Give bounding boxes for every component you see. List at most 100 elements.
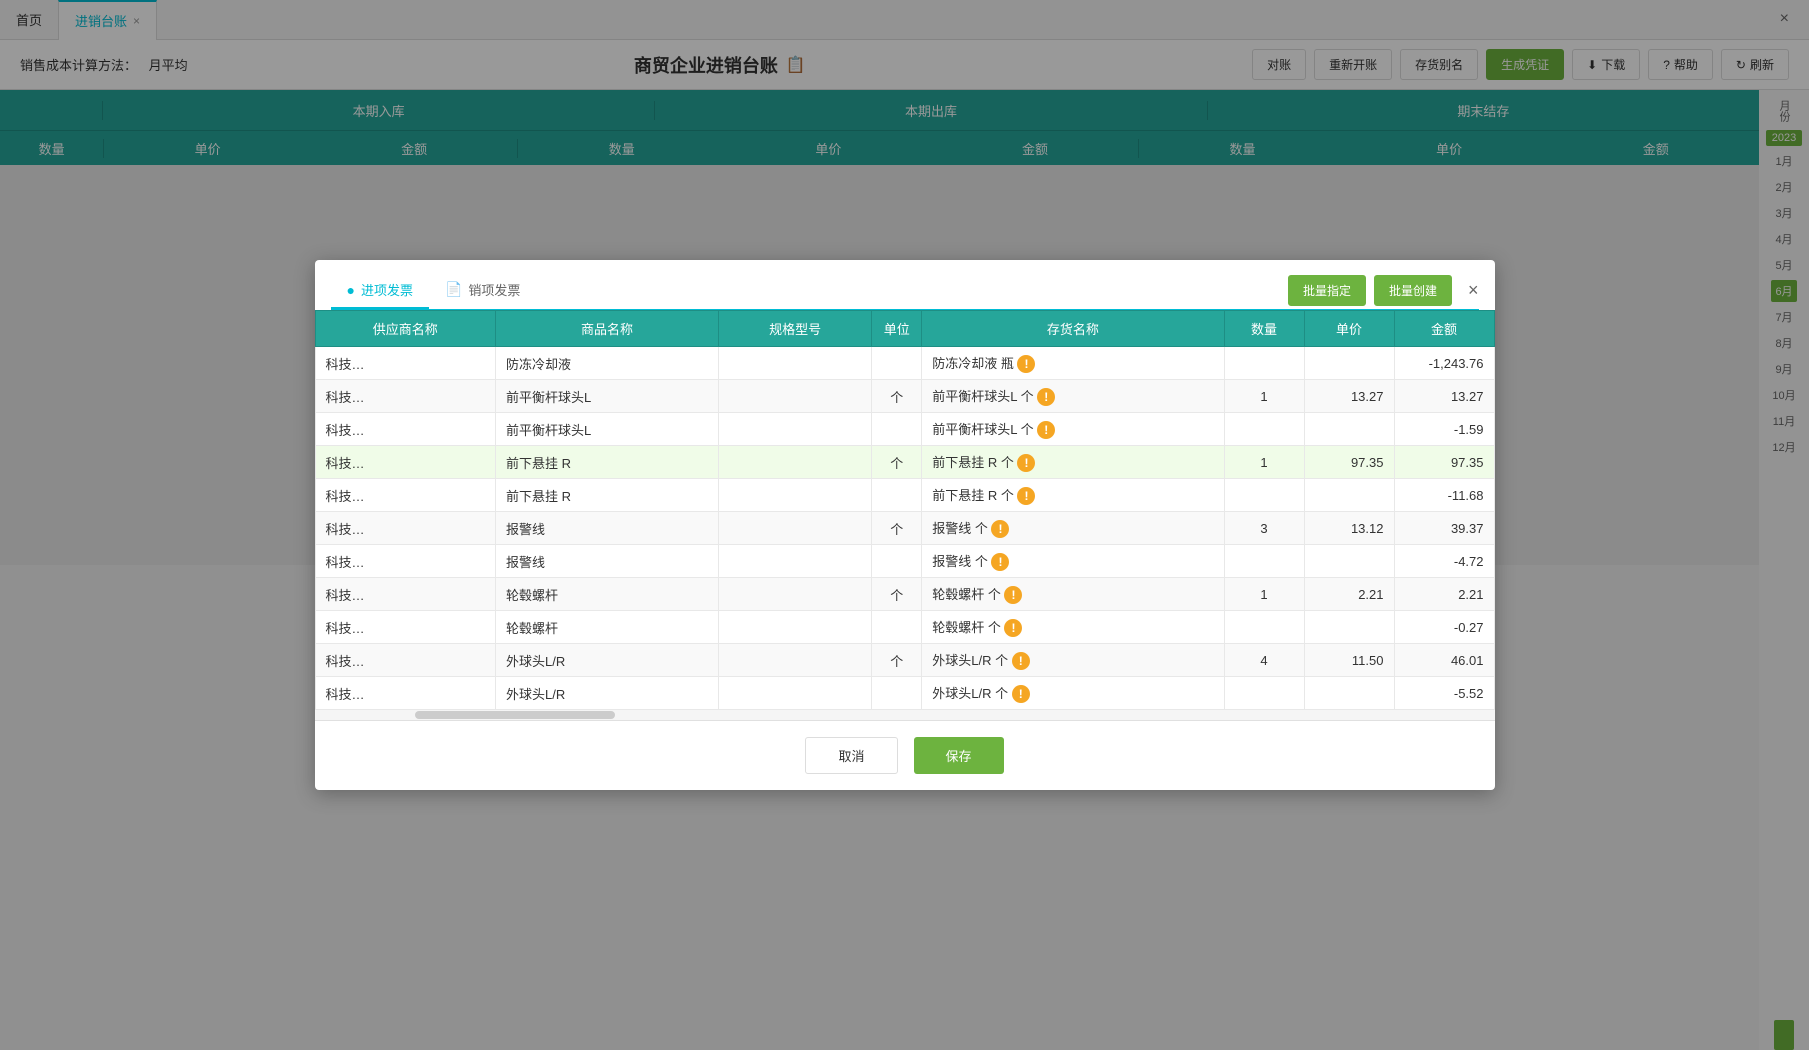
modal-close-icon[interactable]: × <box>1468 280 1479 301</box>
table-row[interactable]: 科技… 前平衡杆球头L 前平衡杆球头L 个 ! -1.59 <box>315 413 1494 446</box>
modal-overlay: ● 进项发票 📄 销项发票 批量指定 批量创建 × <box>0 0 1809 1050</box>
save-button[interactable]: 保存 <box>914 737 1004 774</box>
cell-amount: 39.37 <box>1394 512 1494 545</box>
table-row[interactable]: 科技… 外球头L/R 外球头L/R 个 ! -5.52 <box>315 677 1494 710</box>
cell-quantity: 3 <box>1224 512 1304 545</box>
table-row[interactable]: 科技… 轮毂螺杆 轮毂螺杆 个 ! -0.27 <box>315 611 1494 644</box>
cell-unit: 个 <box>872 512 922 545</box>
cell-supplier: 科技… <box>315 479 496 512</box>
cell-product-name: 前下悬挂 R <box>496 446 719 479</box>
tab-inbound-invoice[interactable]: ● 进项发票 <box>331 272 429 309</box>
horizontal-scrollbar[interactable] <box>315 710 1495 720</box>
cell-inventory-name: 防冻冷却液 瓶 ! <box>922 347 1224 380</box>
warning-icon: ! <box>1037 421 1055 439</box>
cell-product-name: 轮毂螺杆 <box>496 578 719 611</box>
cell-amount: -11.68 <box>1394 479 1494 512</box>
cell-supplier: 科技… <box>315 380 496 413</box>
cell-unit: 个 <box>872 446 922 479</box>
cell-unit <box>872 545 922 578</box>
invoice-table: 供应商名称 商品名称 规格型号 单位 存货名称 数量 单价 金额 科技… 防冻冷… <box>315 310 1495 710</box>
cell-quantity: 1 <box>1224 380 1304 413</box>
cell-unit <box>872 479 922 512</box>
table-row[interactable]: 科技… 报警线 个 报警线 个 ! 3 13.12 39.37 <box>315 512 1494 545</box>
cell-inventory-name: 报警线 个 ! <box>922 545 1224 578</box>
cell-quantity: 4 <box>1224 644 1304 677</box>
cell-unit <box>872 413 922 446</box>
warning-icon: ! <box>991 520 1009 538</box>
cell-spec <box>719 644 872 677</box>
cell-supplier: 科技… <box>315 611 496 644</box>
table-row[interactable]: 科技… 前下悬挂 R 前下悬挂 R 个 ! -11.68 <box>315 479 1494 512</box>
cell-spec <box>719 545 872 578</box>
col-inventory-name: 存货名称 <box>922 311 1224 347</box>
cell-supplier: 科技… <box>315 446 496 479</box>
warning-icon: ! <box>991 553 1009 571</box>
cell-supplier: 科技… <box>315 677 496 710</box>
table-row[interactable]: 科技… 前平衡杆球头L 个 前平衡杆球头L 个 ! 1 13.27 13.27 <box>315 380 1494 413</box>
table-body: 科技… 防冻冷却液 防冻冷却液 瓶 ! -1,243.76 科技… 前平衡杆球头… <box>315 347 1494 710</box>
cell-spec <box>719 347 872 380</box>
cell-inventory-name: 轮毂螺杆 个 ! <box>922 611 1224 644</box>
cell-unit-price <box>1304 677 1394 710</box>
cell-amount: 13.27 <box>1394 380 1494 413</box>
table-row[interactable]: 科技… 报警线 报警线 个 ! -4.72 <box>315 545 1494 578</box>
col-unit-price: 单价 <box>1304 311 1394 347</box>
cell-quantity: 1 <box>1224 578 1304 611</box>
batch-create-button[interactable]: 批量创建 <box>1374 275 1452 306</box>
cell-product-name: 外球头L/R <box>496 644 719 677</box>
outbound-tab-label: 销项发票 <box>468 280 520 299</box>
cell-supplier: 科技… <box>315 413 496 446</box>
table-row[interactable]: 科技… 轮毂螺杆 个 轮毂螺杆 个 ! 1 2.21 2.21 <box>315 578 1494 611</box>
table-row[interactable]: 科技… 前下悬挂 R 个 前下悬挂 R 个 ! 1 97.35 97.35 <box>315 446 1494 479</box>
batch-assign-button[interactable]: 批量指定 <box>1288 275 1366 306</box>
cell-product-name: 前下悬挂 R <box>496 479 719 512</box>
cell-unit-price: 13.12 <box>1304 512 1394 545</box>
cell-inventory-name: 外球头L/R 个 ! <box>922 644 1224 677</box>
cell-product-name: 前平衡杆球头L <box>496 413 719 446</box>
cell-inventory-name: 报警线 个 ! <box>922 512 1224 545</box>
cell-inventory-name: 轮毂螺杆 个 ! <box>922 578 1224 611</box>
cell-quantity <box>1224 677 1304 710</box>
cell-product-name: 报警线 <box>496 512 719 545</box>
table-row[interactable]: 科技… 防冻冷却液 防冻冷却液 瓶 ! -1,243.76 <box>315 347 1494 380</box>
scrollbar-thumb[interactable] <box>415 711 615 719</box>
cell-amount: -0.27 <box>1394 611 1494 644</box>
cell-amount: -5.52 <box>1394 677 1494 710</box>
warning-icon: ! <box>1012 652 1030 670</box>
modal-dialog: ● 进项发票 📄 销项发票 批量指定 批量创建 × <box>315 260 1495 790</box>
cell-supplier: 科技… <box>315 512 496 545</box>
cell-spec <box>719 446 872 479</box>
col-product-name: 商品名称 <box>496 311 719 347</box>
cell-supplier: 科技… <box>315 578 496 611</box>
cancel-button[interactable]: 取消 <box>805 737 897 774</box>
cell-inventory-name: 前平衡杆球头L 个 ! <box>922 413 1224 446</box>
cell-unit: 个 <box>872 380 922 413</box>
cell-product-name: 防冻冷却液 <box>496 347 719 380</box>
warning-icon: ! <box>1017 355 1035 373</box>
col-amount: 金额 <box>1394 311 1494 347</box>
cell-unit: 个 <box>872 578 922 611</box>
cell-amount: 2.21 <box>1394 578 1494 611</box>
cell-amount: -1.59 <box>1394 413 1494 446</box>
col-unit: 单位 <box>872 311 922 347</box>
warning-icon: ! <box>1012 685 1030 703</box>
cell-unit-price <box>1304 545 1394 578</box>
cell-inventory-name: 外球头L/R 个 ! <box>922 677 1224 710</box>
cell-spec <box>719 611 872 644</box>
inbound-tab-label: 进项发票 <box>361 280 413 299</box>
modal-tabs: ● 进项发票 📄 销项发票 <box>331 272 537 309</box>
cell-unit <box>872 347 922 380</box>
col-supplier: 供应商名称 <box>315 311 496 347</box>
cell-spec <box>719 380 872 413</box>
table-row[interactable]: 科技… 外球头L/R 个 外球头L/R 个 ! 4 11.50 46.01 <box>315 644 1494 677</box>
cell-quantity <box>1224 347 1304 380</box>
tab-outbound-invoice[interactable]: 📄 销项发票 <box>429 272 536 309</box>
outbound-tab-icon: 📄 <box>445 281 462 298</box>
cell-unit-price <box>1304 347 1394 380</box>
warning-icon: ! <box>1037 388 1055 406</box>
cell-inventory-name: 前平衡杆球头L 个 ! <box>922 380 1224 413</box>
cell-spec <box>719 578 872 611</box>
table-header: 供应商名称 商品名称 规格型号 单位 存货名称 数量 单价 金额 <box>315 311 1494 347</box>
cell-quantity <box>1224 479 1304 512</box>
cell-amount: -1,243.76 <box>1394 347 1494 380</box>
